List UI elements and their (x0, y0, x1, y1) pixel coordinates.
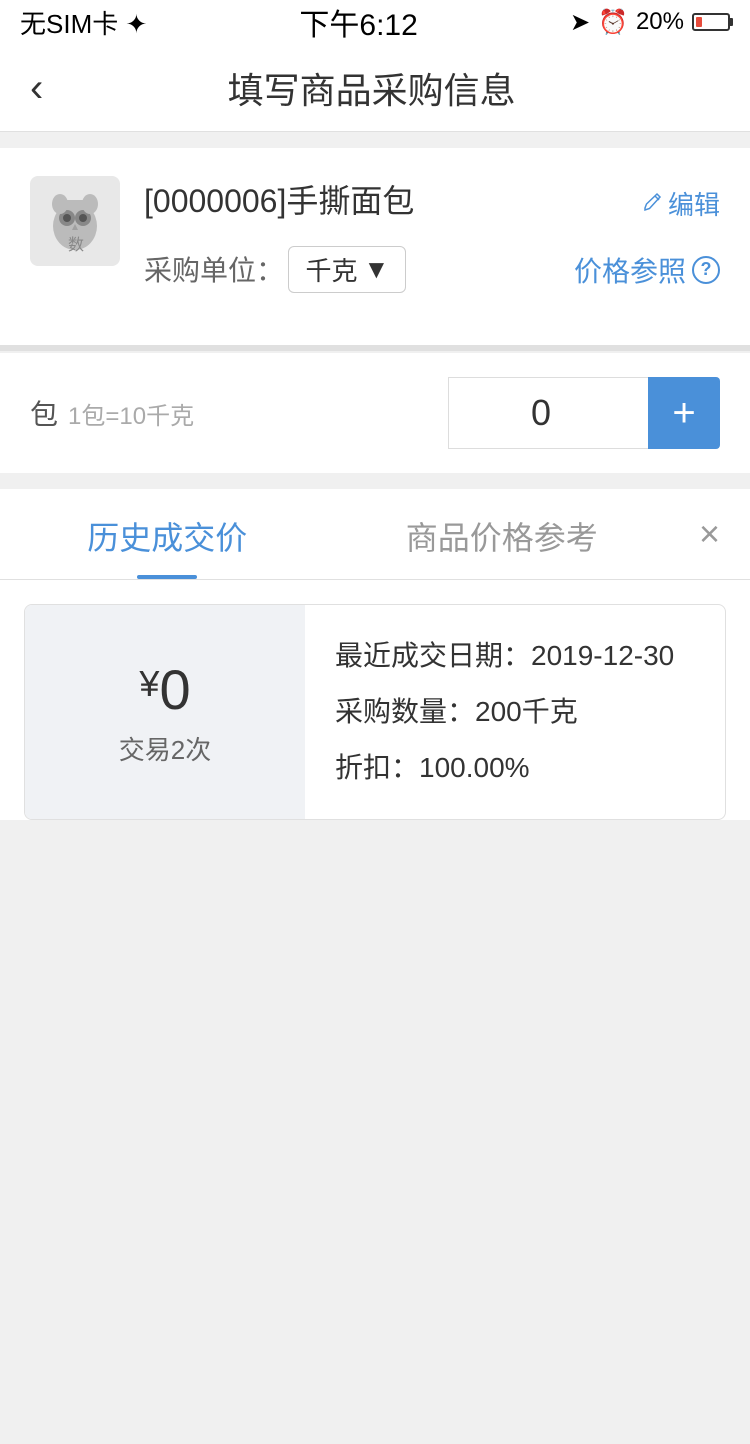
trade-card: ¥0 交易2次 最近成交日期：2019-12-30 采购数量：200千克 折扣：… (24, 604, 726, 820)
product-card: 数 [0000006]手撕面包 编辑 采购单位： 千克 ▼ (0, 148, 750, 345)
currency-symbol: ¥ (139, 663, 159, 704)
tabs-header: 历史成交价 商品价格参考 × (0, 489, 750, 580)
owl-icon: 数 (40, 186, 110, 256)
status-right: ➤ ⏰ 20% (570, 8, 730, 37)
bag-hint: 1包=10千克 (68, 396, 194, 431)
main-background (0, 844, 750, 1444)
quantity-label-group: 包 1包=10千克 (30, 393, 194, 433)
help-icon: ? (692, 256, 720, 284)
trade-qty-row: 采购数量：200千克 (335, 691, 695, 733)
tabs-section: 历史成交价 商品价格参考 × ¥0 交易2次 最近成交日期：2019-12-30… (0, 489, 750, 820)
carrier-text: 无SIM卡 ✦ (20, 4, 147, 41)
trade-date-row: 最近成交日期：2019-12-30 (335, 635, 695, 677)
status-time: 下午6:12 (299, 0, 417, 44)
product-thumbnail: 数 (30, 176, 120, 266)
edit-icon (642, 192, 664, 214)
back-button[interactable]: ‹ (30, 68, 43, 108)
status-bar: 无SIM卡 ✦ 下午6:12 ➤ ⏰ 20% (0, 0, 750, 44)
tab-historical-price[interactable]: 历史成交价 (0, 489, 334, 579)
product-info: [0000006]手撕面包 编辑 采购单位： 千克 ▼ 价格参照 ? (144, 176, 720, 293)
page-title: 填写商品采购信息 (63, 62, 680, 114)
tabs-close-button[interactable]: × (669, 489, 750, 579)
quantity-plus-button[interactable]: + (648, 377, 720, 449)
unit-label: 采购单位： (144, 255, 284, 286)
quantity-input[interactable] (448, 377, 648, 449)
trade-discount-row: 折扣：100.00% (335, 747, 695, 789)
alarm-icon: ⏰ (598, 8, 628, 37)
location-icon: ➤ (570, 8, 590, 37)
trade-price-panel: ¥0 交易2次 (25, 605, 305, 819)
product-header: 数 [0000006]手撕面包 编辑 采购单位： 千克 ▼ (30, 176, 720, 293)
edit-button[interactable]: 编辑 (642, 185, 720, 222)
trade-count: 交易2次 (119, 730, 211, 767)
section-divider (0, 345, 750, 351)
status-left: 无SIM卡 ✦ (20, 4, 147, 41)
unit-select[interactable]: 千克 ▼ (288, 246, 406, 293)
dropdown-arrow: ▼ (363, 254, 389, 285)
product-name: [0000006]手撕面包 (144, 176, 414, 222)
bag-icon: 包 (30, 393, 58, 433)
nav-bar: ‹ 填写商品采购信息 (0, 44, 750, 132)
price-reference-button[interactable]: 价格参照 ? (574, 250, 720, 290)
battery-icon (692, 13, 730, 31)
quantity-section: 包 1包=10千克 + (0, 353, 750, 473)
battery-percent: 20% (636, 8, 684, 36)
tab-product-price-ref[interactable]: 商品价格参考 (334, 489, 668, 579)
trade-price-value: ¥0 (139, 657, 190, 722)
product-name-row: [0000006]手撕面包 编辑 (144, 176, 720, 230)
trade-detail-panel: 最近成交日期：2019-12-30 采购数量：200千克 折扣：100.00% (305, 605, 725, 819)
svg-text:数: 数 (68, 236, 84, 254)
quantity-controls: + (448, 377, 720, 449)
unit-row: 采购单位： 千克 ▼ 价格参照 ? (144, 246, 720, 293)
unit-label-group: 采购单位： 千克 ▼ (144, 246, 406, 293)
